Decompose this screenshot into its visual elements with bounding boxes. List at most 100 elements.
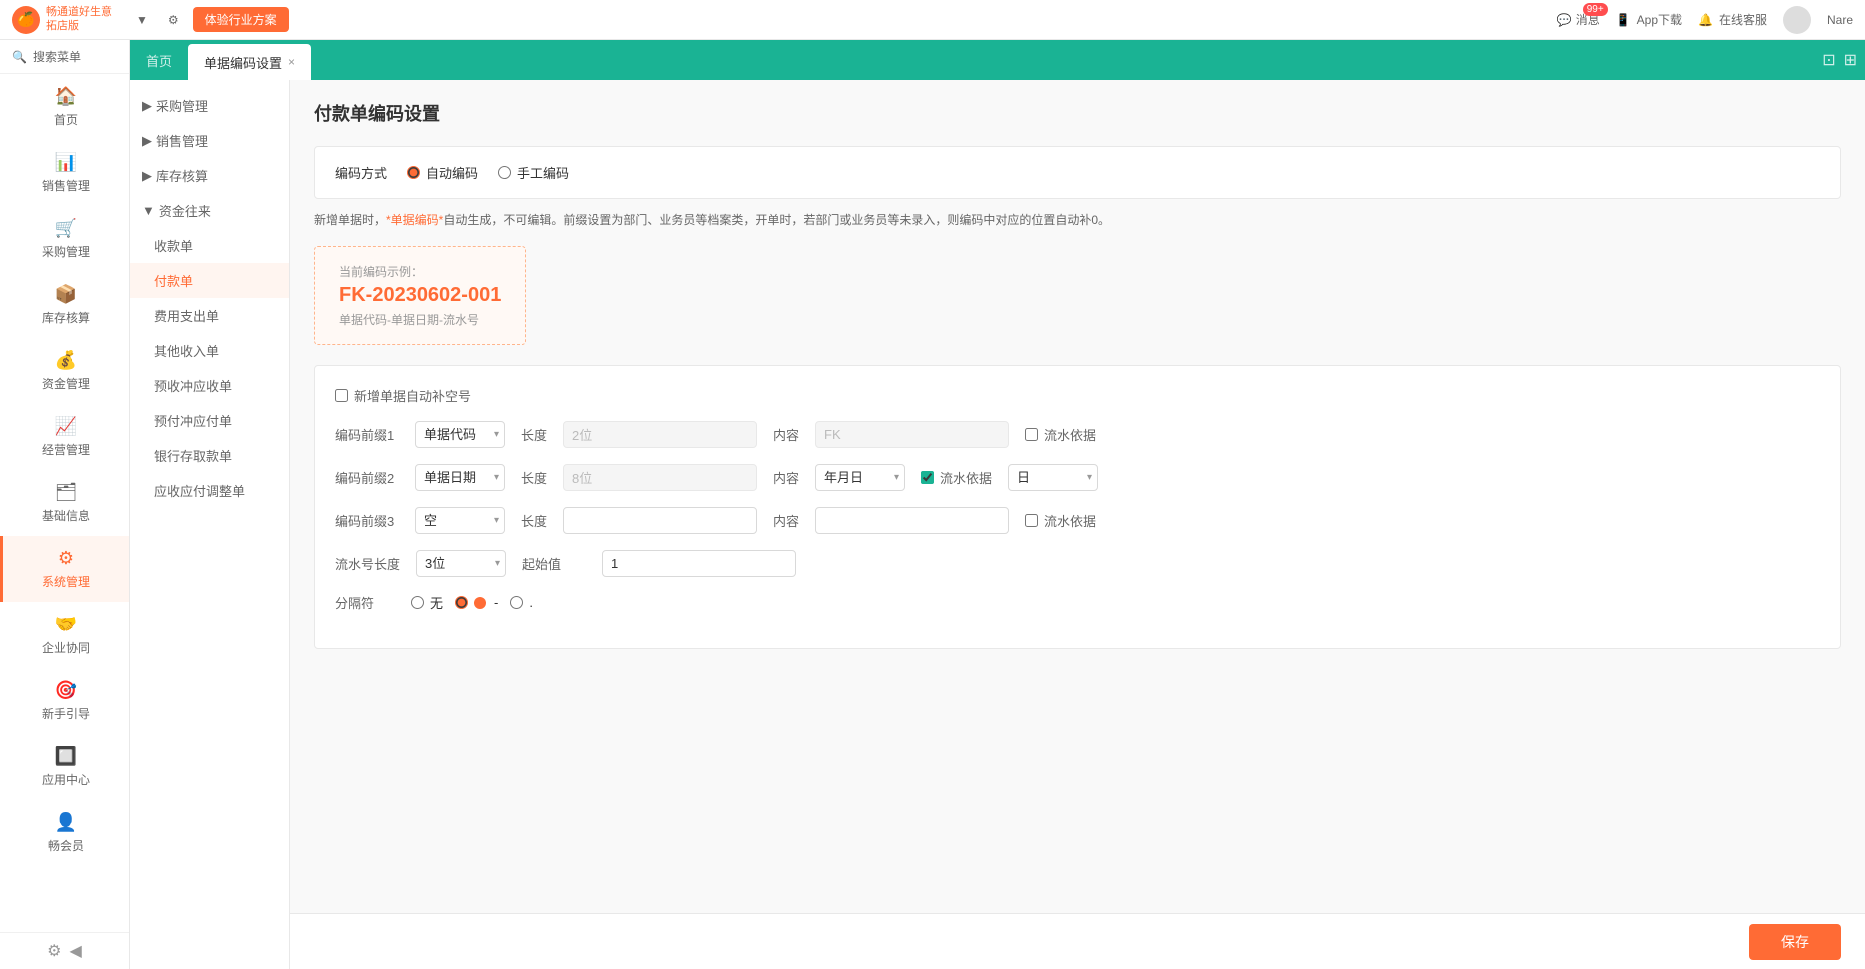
page-title: 付款单编码设置 <box>314 100 1841 126</box>
tab-close-button[interactable]: × <box>288 55 295 69</box>
message-badge: 99+ <box>1583 3 1608 16</box>
top-bar-right: 💬 消息 99+ 📱 App下载 🔔 在线客服 Nare <box>1557 6 1853 34</box>
sidebar-label: 基础信息 <box>42 507 90 524</box>
tab-expand-button[interactable]: ⊞ <box>1844 50 1857 70</box>
serial3-checkbox[interactable]: 流水依据 <box>1025 511 1096 530</box>
message-btn[interactable]: 💬 消息 99+ <box>1557 11 1600 28</box>
content-area: 首页 单据编码设置 × ⊡ ⊞ ▶ 采购管理 ▶ 销售管理 <box>130 40 1865 969</box>
user-avatar[interactable] <box>1783 6 1811 34</box>
settings-button[interactable]: ⚙ <box>162 11 185 29</box>
sidebar-settings-button[interactable]: ⚙ <box>47 941 61 961</box>
prefix3-label: 编码前缀3 <box>335 511 399 530</box>
logo-icon: 🍊 <box>12 6 40 34</box>
auto-fill-checkbox[interactable]: 新增单据自动补空号 <box>335 386 471 405</box>
sidebar-label: 畅会员 <box>48 837 84 854</box>
menu-group-capital[interactable]: ▼ 资金往来 <box>130 193 289 228</box>
chevron-right-icon: ▶ <box>142 98 152 114</box>
content2-select[interactable]: 年月日 年月 年 <box>815 464 905 491</box>
sidebar-item-home[interactable]: 🏠 首页 <box>0 74 129 140</box>
bottom-bar: 保存 <box>290 913 1865 969</box>
auto-fill-row: 新增单据自动补空号 <box>335 386 1820 405</box>
content3-input[interactable] <box>815 507 1009 534</box>
start-value-input[interactable] <box>602 550 796 577</box>
length2-label: 长度 <box>521 468 547 487</box>
tab-home[interactable]: 首页 <box>130 40 188 80</box>
operations-icon: 📈 <box>55 416 77 437</box>
main-layout: 🔍 搜索菜单 🏠 首页 📊 销售管理 🛒 采购管理 📦 库存核算 💰 资金管理 … <box>0 40 1865 969</box>
sidebar-item-inventory[interactable]: 📦 库存核算 <box>0 272 129 338</box>
sidebar-item-operations[interactable]: 📈 经营管理 <box>0 404 129 470</box>
enterprise-icon: 🤝 <box>55 614 77 635</box>
chevron-right-icon: ▶ <box>142 168 152 184</box>
menu-group-purchase[interactable]: ▶ 采购管理 <box>130 88 289 123</box>
sep-dash-dot <box>474 597 486 609</box>
sidebar-item-member[interactable]: 👤 畅会员 <box>0 800 129 866</box>
tab-minimize-button[interactable]: ⊡ <box>1822 50 1835 70</box>
sidebar-item-apps[interactable]: 🔲 应用中心 <box>0 734 129 800</box>
tab-encoding[interactable]: 单据编码设置 × <box>188 44 311 80</box>
online-service-btn[interactable]: 🔔 在线客服 <box>1698 11 1767 28</box>
length3-label: 长度 <box>521 511 547 530</box>
prefix3-select-wrap: 空 <box>415 507 505 534</box>
content1-input <box>815 421 1009 448</box>
menu-item-other-income[interactable]: 其他收入单 <box>130 333 289 368</box>
menu-item-expense[interactable]: 费用支出单 <box>130 298 289 333</box>
length2-input <box>563 464 757 491</box>
info-text: 新增单据时，*单据编码*自动生成，不可编辑。前缀设置为部门、业务员等档案类，开单… <box>314 211 1841 230</box>
purchase-icon: 🛒 <box>55 218 77 239</box>
menu-group-sales[interactable]: ▶ 销售管理 <box>130 123 289 158</box>
sidebar-label: 企业协同 <box>42 639 90 656</box>
sidebar-label: 经营管理 <box>42 441 90 458</box>
sep-dot-radio[interactable]: . <box>510 595 533 610</box>
serial-length-label: 流水号长度 <box>335 554 400 573</box>
system-icon: ⚙ <box>58 548 74 569</box>
prefix2-select[interactable]: 单据日期 <box>415 464 505 491</box>
expand-button[interactable]: ▼ <box>130 11 154 29</box>
menu-group-inventory[interactable]: ▶ 库存核算 <box>130 158 289 193</box>
sidebar-item-basic[interactable]: 🗂 基础信息 <box>0 470 129 536</box>
inventory-icon: 📦 <box>55 284 77 305</box>
search-label: 搜索菜单 <box>33 48 81 65</box>
length1-input <box>563 421 757 448</box>
sidebar-label: 库存核算 <box>42 309 90 326</box>
prefix1-label: 编码前缀1 <box>335 425 399 444</box>
serial2-unit-select[interactable]: 日 月 年 <box>1008 464 1098 491</box>
message-icon: 💬 <box>1557 13 1572 27</box>
manual-encoding-radio[interactable]: 手工编码 <box>498 163 569 182</box>
sep-dash-radio[interactable]: - <box>455 595 498 610</box>
length1-label: 长度 <box>521 425 547 444</box>
prefix1-select[interactable]: 单据代码 <box>415 421 505 448</box>
serial-length-select[interactable]: 3位 4位 5位 6位 <box>416 550 506 577</box>
app-logo: 🍊 畅通道好生意 拓店版 <box>12 6 112 34</box>
save-button[interactable]: 保存 <box>1749 924 1841 960</box>
sidebar-search[interactable]: 🔍 搜索菜单 <box>0 40 129 74</box>
sidebar-item-guide[interactable]: 🎯 新手引导 <box>0 668 129 734</box>
sidebar-item-enterprise[interactable]: 🤝 企业协同 <box>0 602 129 668</box>
trial-button[interactable]: 体验行业方案 <box>193 7 289 32</box>
serial2-checkbox[interactable]: 流水依据 <box>921 468 992 487</box>
preview-code: FK-20230602-001 <box>339 284 501 307</box>
auto-encoding-radio[interactable]: 自动编码 <box>407 163 478 182</box>
sidebar-item-system[interactable]: ⚙ 系统管理 <box>0 536 129 602</box>
prefix3-select[interactable]: 空 <box>415 507 505 534</box>
menu-item-receipt[interactable]: 收款单 <box>130 228 289 263</box>
sidebar-item-finance[interactable]: 💰 资金管理 <box>0 338 129 404</box>
sidebar-collapse-button[interactable]: ◀ <box>70 941 82 961</box>
basic-icon: 🗂 <box>55 482 78 503</box>
serial1-checkbox[interactable]: 流水依据 <box>1025 425 1096 444</box>
guide-icon: 🎯 <box>55 680 77 701</box>
menu-item-pre-payment[interactable]: 预付冲应付单 <box>130 403 289 438</box>
sidebar-item-purchase[interactable]: 🛒 采购管理 <box>0 206 129 272</box>
sidebar-item-sales[interactable]: 📊 销售管理 <box>0 140 129 206</box>
preview-label: 当前编码示例： <box>339 263 501 280</box>
menu-item-payment[interactable]: 付款单 <box>130 263 289 298</box>
length3-input[interactable] <box>563 507 757 534</box>
sidebar-label: 首页 <box>54 111 78 128</box>
sidebar-label: 采购管理 <box>42 243 90 260</box>
tab-bar: 首页 单据编码设置 × ⊡ ⊞ <box>130 40 1865 80</box>
menu-item-bank[interactable]: 银行存取款单 <box>130 438 289 473</box>
menu-item-pre-receivable[interactable]: 预收冲应收单 <box>130 368 289 403</box>
menu-item-adjustment[interactable]: 应收应付调整单 <box>130 473 289 508</box>
app-download-btn[interactable]: 📱 App下载 <box>1616 11 1682 28</box>
sep-none-radio[interactable]: 无 <box>411 593 443 612</box>
